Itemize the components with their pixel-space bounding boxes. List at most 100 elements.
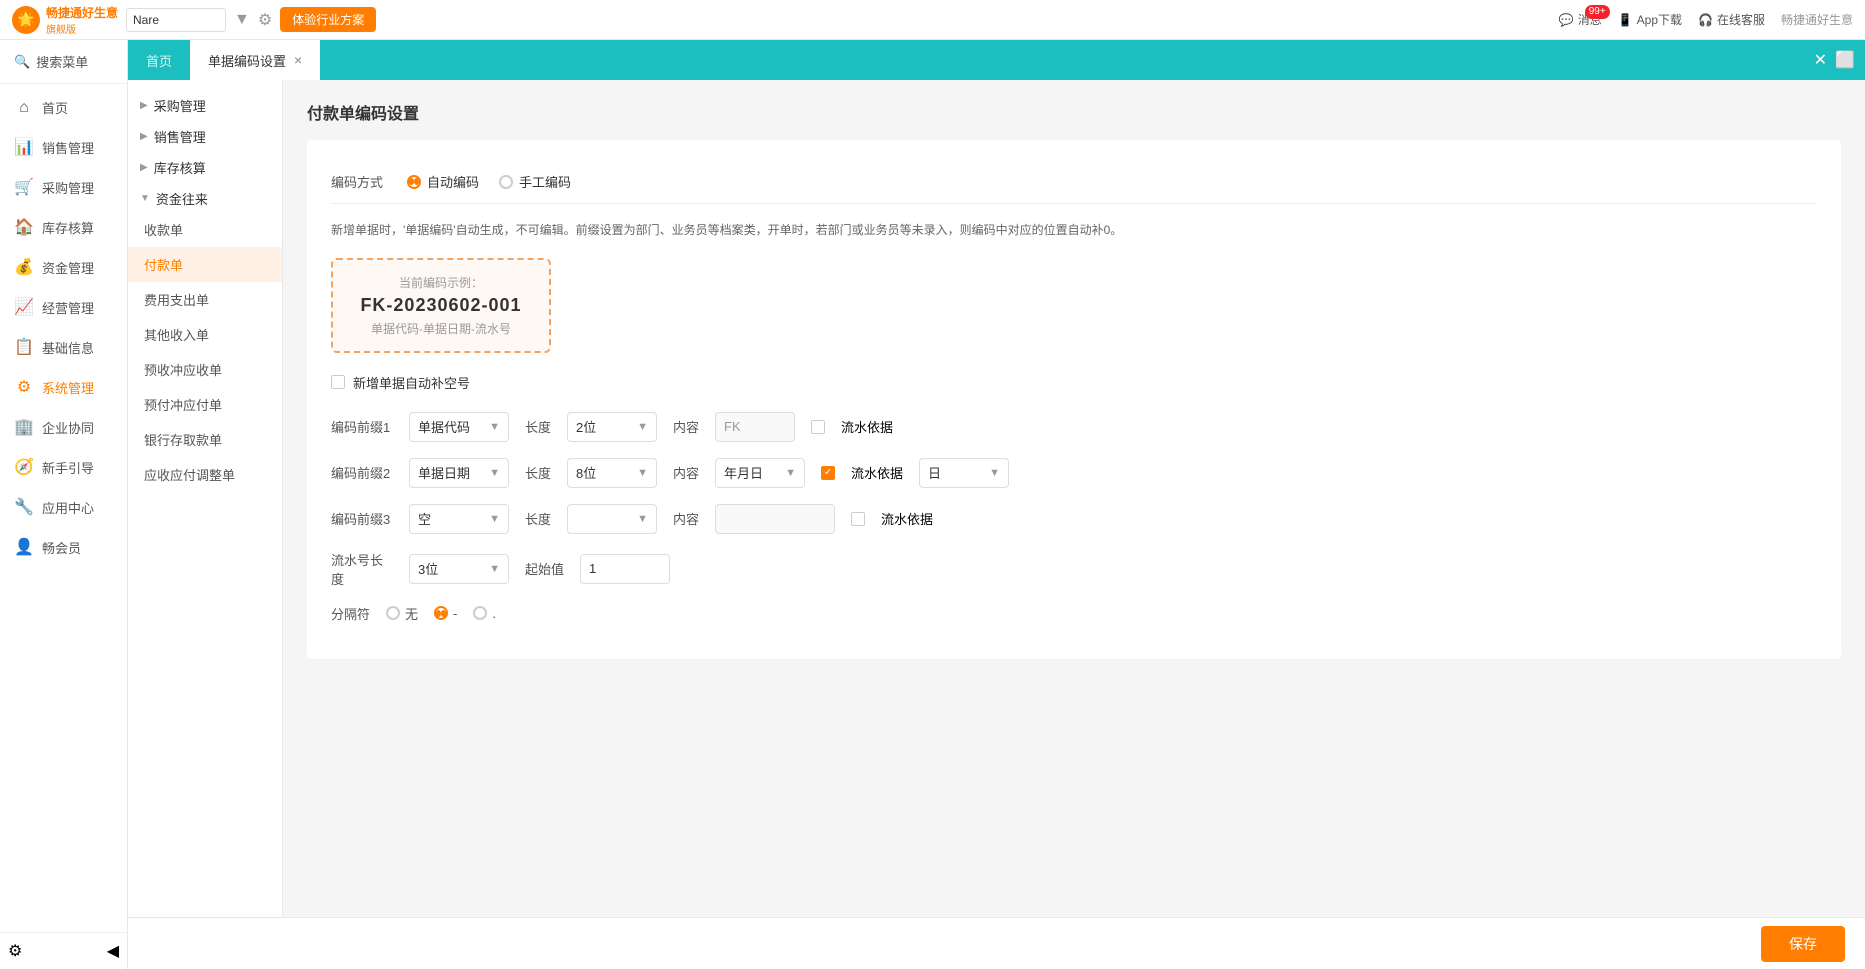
auto-fill-checkbox[interactable]: [331, 375, 345, 389]
window-close-btn[interactable]: ✕: [1814, 50, 1827, 70]
footer-collapse-icon[interactable]: ◀: [107, 941, 119, 961]
sidebar-item-operation[interactable]: 📈 经营管理: [0, 287, 127, 327]
sidebar-items: ⌂ 首页 📊 销售管理 🛒 采购管理 🏠 库存核算 💰 资金管理 📈 经营: [0, 84, 127, 932]
sidebar-item-appstore[interactable]: 🔧 应用中心: [0, 487, 127, 527]
content3-input[interactable]: [715, 504, 835, 534]
chevron-down-icon7: ▼: [489, 513, 500, 525]
start-value-label: 起始值: [525, 559, 564, 578]
tab-home[interactable]: 首页: [128, 40, 190, 80]
sep-none-radio[interactable]: 无: [386, 604, 418, 623]
tab-close-icon[interactable]: ×: [294, 53, 302, 67]
sidebar-item-corp[interactable]: 🏢 企业协同: [0, 407, 127, 447]
header-settings-icon[interactable]: ⚙: [258, 10, 272, 30]
serial1-checkbox[interactable]: [811, 420, 825, 434]
prefix3-label: 编码前缀3: [331, 509, 393, 528]
serial3-checkbox[interactable]: [851, 512, 865, 526]
preview-desc: 单据代码-单据日期-流水号: [371, 320, 511, 337]
footer-settings-icon[interactable]: ⚙: [8, 941, 22, 961]
auto-encoding-radio[interactable]: 自动编码: [407, 172, 479, 191]
left-nav-item-advance-pay[interactable]: 预付冲应付单: [128, 387, 282, 422]
headset-icon: 🎧: [1698, 13, 1713, 27]
appstore-icon: 🔧: [14, 497, 34, 517]
sep-dot-radio[interactable]: .: [473, 606, 496, 621]
prefix3-select[interactable]: 空 ▼: [409, 504, 509, 534]
search-menu-btn[interactable]: 🔍 搜索菜单: [8, 48, 119, 75]
main-content: 付款单编码设置 编码方式 自动编码: [283, 80, 1865, 917]
app-download-btn[interactable]: 📱 App下载: [1618, 11, 1682, 28]
sidebar-item-guide[interactable]: 🧭 新手引导: [0, 447, 127, 487]
arrow-right-icon3: ▶: [140, 162, 148, 173]
header-dropdown-icon[interactable]: ▼: [234, 11, 250, 29]
left-nav-group-inventory[interactable]: ▶ 库存核算: [128, 150, 282, 181]
save-button[interactable]: 保存: [1761, 926, 1845, 962]
left-nav-item-advance-receive[interactable]: 预收冲应收单: [128, 352, 282, 387]
sidebar-item-system[interactable]: ⚙ 系统管理: [0, 367, 127, 407]
sidebar-item-sales[interactable]: 📊 销售管理: [0, 127, 127, 167]
sidebar-item-base[interactable]: 📋 基础信息: [0, 327, 127, 367]
header-controls: ▼ ⚙ 体验行业方案: [126, 7, 376, 32]
chevron-down-icon6: ▼: [989, 467, 1000, 479]
user-name: 畅捷通好生意: [1781, 11, 1853, 28]
guide-icon: 🧭: [14, 457, 34, 477]
content1-label: 内容: [673, 417, 699, 436]
left-nav-item-expense[interactable]: 费用支出单: [128, 282, 282, 317]
left-nav-item-payment[interactable]: 付款单: [128, 247, 282, 282]
online-service-btn[interactable]: 🎧 在线客服: [1698, 11, 1765, 28]
separator-options: 无 - .: [386, 604, 496, 623]
preview-label: 当前编码示例：: [399, 274, 483, 291]
corp-icon: 🏢: [14, 417, 34, 437]
inventory-icon: 🏠: [14, 217, 34, 237]
content2-select[interactable]: 年月日 ▼: [715, 458, 805, 488]
content1-input[interactable]: [715, 412, 795, 442]
left-nav-group-capital[interactable]: ▼ 资金往来: [128, 181, 282, 212]
sidebar-item-member[interactable]: 👤 畅会员: [0, 527, 127, 567]
sidebar-item-inventory[interactable]: 🏠 库存核算: [0, 207, 127, 247]
sidebar-item-home[interactable]: ⌂ 首页: [0, 88, 127, 127]
sep-dash-radio[interactable]: -: [434, 606, 457, 621]
logo-text: 畅捷通好生意 旗舰版: [46, 4, 118, 36]
serial2-unit-select[interactable]: 日 ▼: [919, 458, 1009, 488]
download-icon: 📱: [1618, 13, 1633, 27]
left-nav-item-other-income[interactable]: 其他收入单: [128, 317, 282, 352]
prefix1-select[interactable]: 单据代码 ▼: [409, 412, 509, 442]
main-wrapper: 🔍 搜索菜单 ⌂ 首页 📊 销售管理 🛒 采购管理 🏠 库存核算 💰: [0, 40, 1865, 969]
preview-code: FK-20230602-001: [360, 295, 521, 316]
left-nav-item-bank[interactable]: 银行存取款单: [128, 422, 282, 457]
left-nav-item-adjust[interactable]: 应收应付调整单: [128, 457, 282, 492]
serial-length-select[interactable]: 3位 ▼: [409, 554, 509, 584]
start-value-input[interactable]: [580, 554, 670, 584]
length1-select[interactable]: 2位 ▼: [567, 412, 657, 442]
serial-length-label: 流水号长度: [331, 550, 393, 588]
trial-btn[interactable]: 体验行业方案: [280, 7, 376, 32]
arrow-right-icon: ▶: [140, 100, 148, 111]
header-search-input[interactable]: [126, 8, 226, 32]
arrow-right-icon2: ▶: [140, 131, 148, 142]
sep-none-circle: [386, 606, 400, 620]
length3-label: 长度: [525, 509, 551, 528]
chevron-down-icon4: ▼: [637, 467, 648, 479]
prefix3-row: 编码前缀3 空 ▼ 长度 ▼ 内容 流水依据: [331, 504, 1817, 534]
left-nav: ▶ 采购管理 ▶ 销售管理 ▶ 库存核算 ▼ 资金往来 收款单: [128, 80, 283, 917]
encoding-method-row: 编码方式 自动编码 手工编码: [331, 160, 1817, 204]
window-max-btn[interactable]: ⬜: [1835, 50, 1855, 70]
manual-radio-circle: [499, 175, 513, 189]
preview-box: 当前编码示例： FK-20230602-001 单据代码-单据日期-流水号: [331, 258, 551, 353]
auto-fill-row: 新增单据自动补空号: [331, 373, 1817, 392]
length3-select[interactable]: ▼: [567, 504, 657, 534]
left-nav-group-purchase[interactable]: ▶ 采购管理: [128, 88, 282, 119]
chevron-down-icon: ▼: [489, 421, 500, 433]
left-nav-item-receipt[interactable]: 收款单: [128, 212, 282, 247]
arrow-down-icon: ▼: [140, 193, 150, 204]
length2-select[interactable]: 8位 ▼: [567, 458, 657, 488]
left-nav-group-sales[interactable]: ▶ 销售管理: [128, 119, 282, 150]
sidebar-item-purchase[interactable]: 🛒 采购管理: [0, 167, 127, 207]
message-btn[interactable]: 💬 消息 99+: [1559, 11, 1602, 28]
prefix2-select[interactable]: 单据日期 ▼: [409, 458, 509, 488]
separator-row: 分隔符 无 -: [331, 604, 1817, 623]
prefix2-label: 编码前缀2: [331, 463, 393, 482]
tab-encoding[interactable]: 单据编码设置 ×: [190, 40, 320, 80]
serial2-checkbox[interactable]: ✓: [821, 466, 835, 480]
page-title: 付款单编码设置: [307, 100, 1841, 124]
manual-encoding-radio[interactable]: 手工编码: [499, 172, 571, 191]
sidebar-item-finance[interactable]: 💰 资金管理: [0, 247, 127, 287]
